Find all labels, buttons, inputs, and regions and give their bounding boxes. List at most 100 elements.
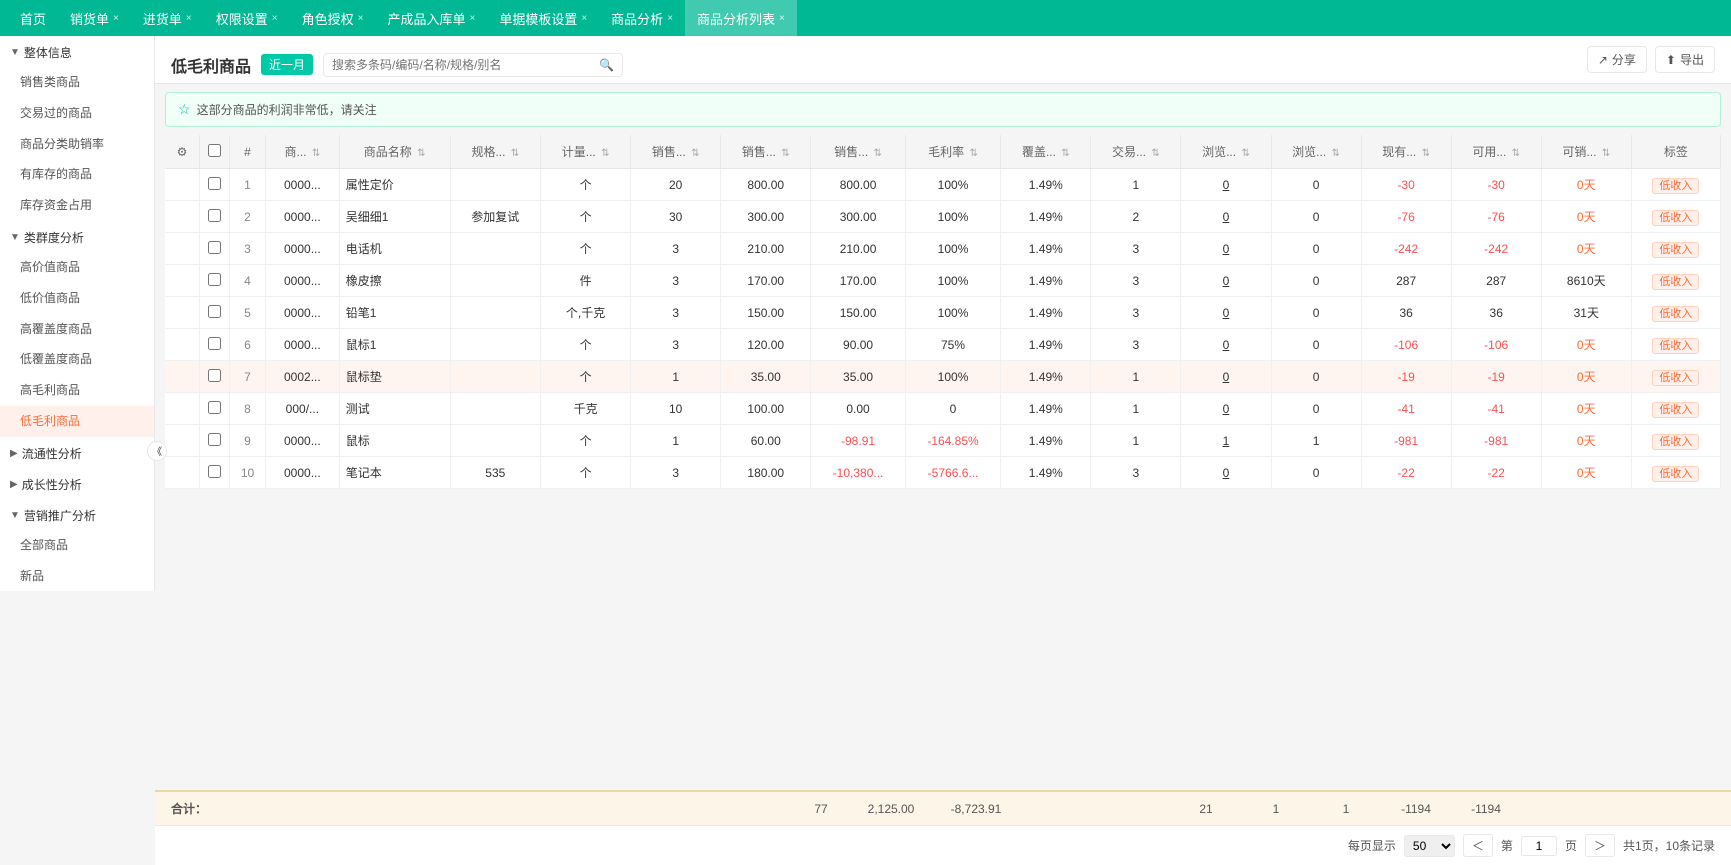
checkbox-cell[interactable]: [200, 393, 230, 425]
name-cell[interactable]: 橡皮擦: [339, 265, 450, 297]
nav-close-icon[interactable]: ×: [667, 13, 673, 24]
view1-col-header[interactable]: 浏览... ⇅: [1181, 135, 1271, 169]
export-button[interactable]: ⬆ 导出: [1655, 46, 1715, 73]
trade-col-header[interactable]: 交易... ⇅: [1091, 135, 1181, 169]
sidebar-item-高覆盖度商品[interactable]: 高覆盖度商品: [0, 314, 154, 345]
unit-col-header[interactable]: 计量... ⇅: [541, 135, 631, 169]
sidebar-item-新品[interactable]: 新品: [0, 561, 154, 592]
name-cell[interactable]: 铅笔1: [339, 297, 450, 329]
name-cell[interactable]: 电话机: [339, 233, 450, 265]
view2-col-header[interactable]: 浏览... ⇅: [1271, 135, 1361, 169]
nav-close-icon[interactable]: ×: [469, 13, 475, 24]
checkbox-cell[interactable]: [200, 297, 230, 329]
sidebar-item-高价值商品[interactable]: 高价值商品: [0, 252, 154, 283]
salable-col-header[interactable]: 可销... ⇅: [1541, 135, 1631, 169]
select-all-checkbox[interactable]: [208, 144, 221, 157]
row-checkbox[interactable]: [208, 177, 221, 190]
nav-item-权限设置[interactable]: 权限设置×: [204, 0, 290, 36]
sales-qty-col-header[interactable]: 销售... ⇅: [631, 135, 721, 169]
share-button[interactable]: ↗ 分享: [1587, 46, 1647, 73]
sales-amount-col-header[interactable]: 销售... ⇅: [811, 135, 905, 169]
index-col-header[interactable]: #: [230, 135, 266, 169]
name-cell[interactable]: 鼠标: [339, 425, 450, 457]
name-cell[interactable]: 吴细细1: [339, 201, 450, 233]
sidebar-section-营销推广分析[interactable]: ▼营销推广分析: [0, 499, 154, 530]
view1-cell[interactable]: 0: [1181, 169, 1271, 201]
tag-col-header[interactable]: 标签: [1631, 135, 1720, 169]
nav-item-销货单[interactable]: 销货单×: [58, 0, 131, 36]
sidebar-section-成长性分析[interactable]: ▶成长性分析: [0, 468, 154, 499]
nav-close-icon[interactable]: ×: [779, 13, 785, 24]
settings-col-header[interactable]: ⚙: [165, 135, 200, 169]
nav-item-商品分析列表[interactable]: 商品分析列表×: [685, 0, 797, 36]
nav-item-角色授权[interactable]: 角色授权×: [290, 0, 376, 36]
checkbox-cell[interactable]: [200, 457, 230, 489]
nav-item-商品分析[interactable]: 商品分析×: [599, 0, 685, 36]
current-col-header[interactable]: 现有... ⇅: [1361, 135, 1451, 169]
row-checkbox[interactable]: [208, 273, 221, 286]
name-cell[interactable]: 鼠标1: [339, 329, 450, 361]
checkbox-cell[interactable]: [200, 201, 230, 233]
sidebar-item-交易过的商品[interactable]: 交易过的商品: [0, 98, 154, 129]
name-cell[interactable]: 属性定价: [339, 169, 450, 201]
sidebar-item-高毛利商品[interactable]: 高毛利商品: [0, 375, 154, 406]
sidebar-section-整体信息[interactable]: ▼整体信息: [0, 36, 154, 67]
nav-item-产成品入库单[interactable]: 产成品入库单×: [375, 0, 487, 36]
nav-close-icon[interactable]: ×: [581, 13, 587, 24]
view1-cell[interactable]: 0: [1181, 297, 1271, 329]
row-checkbox[interactable]: [208, 401, 221, 414]
view1-cell[interactable]: 0: [1181, 265, 1271, 297]
sidebar-section-流通性分析[interactable]: ▶流通性分析: [0, 437, 154, 468]
sidebar-item-低覆盖度商品[interactable]: 低覆盖度商品: [0, 344, 154, 375]
row-checkbox[interactable]: [208, 433, 221, 446]
page-number-input[interactable]: [1521, 836, 1557, 856]
page-size-select[interactable]: 50 100 200: [1404, 835, 1455, 857]
name-cell[interactable]: 鼠标垫: [339, 361, 450, 393]
time-filter-button[interactable]: 近一月: [261, 54, 313, 75]
available-col-header[interactable]: 可用... ⇅: [1451, 135, 1541, 169]
sidebar-item-低价值商品[interactable]: 低价值商品: [0, 283, 154, 314]
nav-close-icon[interactable]: ×: [113, 13, 119, 24]
view1-cell[interactable]: 0: [1181, 457, 1271, 489]
view1-cell[interactable]: 1: [1181, 425, 1271, 457]
sidebar-section-类群度分析[interactable]: ▼类群度分析: [0, 221, 154, 252]
sales-price-col-header[interactable]: 销售... ⇅: [721, 135, 811, 169]
row-checkbox[interactable]: [208, 337, 221, 350]
checkbox-cell[interactable]: [200, 169, 230, 201]
view1-cell[interactable]: 0: [1181, 201, 1271, 233]
gross-rate-col-header[interactable]: 毛利率 ⇅: [905, 135, 1000, 169]
code-col-header[interactable]: 商... ⇅: [266, 135, 340, 169]
checkbox-cell[interactable]: [200, 329, 230, 361]
nav-item-进货单[interactable]: 进货单×: [131, 0, 204, 36]
checkbox-cell[interactable]: [200, 265, 230, 297]
spec-col-header[interactable]: 规格... ⇅: [450, 135, 541, 169]
view1-cell[interactable]: 0: [1181, 361, 1271, 393]
sidebar-item-销售类商品[interactable]: 销售类商品: [0, 67, 154, 98]
name-col-header[interactable]: 商品名称 ⇅: [339, 135, 450, 169]
sidebar-item-有库存的商品[interactable]: 有库存的商品: [0, 159, 154, 190]
nav-item-单据模板设置[interactable]: 单据模板设置×: [487, 0, 599, 36]
view1-cell[interactable]: 0: [1181, 233, 1271, 265]
name-cell[interactable]: 笔记本: [339, 457, 450, 489]
prev-page-button[interactable]: ＜: [1463, 834, 1493, 857]
row-checkbox[interactable]: [208, 209, 221, 222]
view1-cell[interactable]: 0: [1181, 329, 1271, 361]
checkbox-cell[interactable]: [200, 361, 230, 393]
row-checkbox[interactable]: [208, 369, 221, 382]
name-cell[interactable]: 测试: [339, 393, 450, 425]
sidebar-item-库存资金占用[interactable]: 库存资金占用: [0, 190, 154, 221]
row-checkbox[interactable]: [208, 305, 221, 318]
nav-item-首页[interactable]: 首页: [8, 0, 58, 36]
sidebar-item-全部商品[interactable]: 全部商品: [0, 530, 154, 561]
checkbox-col-header[interactable]: [200, 135, 230, 169]
view1-cell[interactable]: 0: [1181, 393, 1271, 425]
search-icon[interactable]: 🔍: [599, 58, 614, 72]
row-checkbox[interactable]: [208, 241, 221, 254]
nav-close-icon[interactable]: ×: [272, 13, 278, 24]
nav-close-icon[interactable]: ×: [186, 13, 192, 24]
sidebar-item-商品分类助销率[interactable]: 商品分类助销率: [0, 129, 154, 160]
search-input[interactable]: [332, 58, 599, 72]
sidebar-collapse-button[interactable]: 《: [147, 441, 167, 461]
cover-rate-col-header[interactable]: 覆盖... ⇅: [1001, 135, 1091, 169]
nav-close-icon[interactable]: ×: [358, 13, 364, 24]
